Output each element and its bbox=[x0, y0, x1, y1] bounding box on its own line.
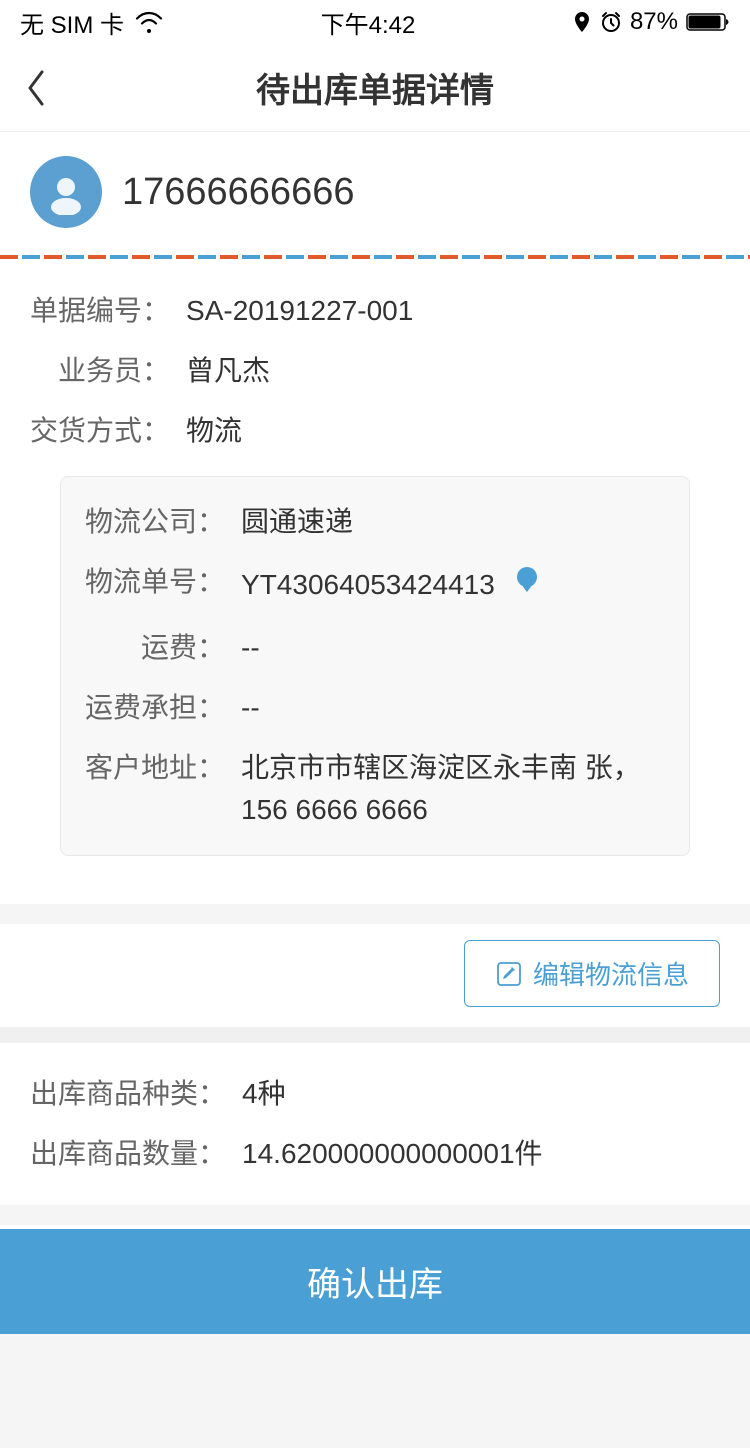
freight-value: -- bbox=[241, 627, 665, 669]
salesman-value: 曾凡杰 bbox=[186, 350, 720, 392]
confirm-btn-wrap: 确认出库 bbox=[0, 1229, 750, 1334]
carrier-label: 无 SIM 卡 bbox=[20, 5, 124, 40]
battery-icon bbox=[686, 11, 730, 33]
order-number-row: 单据编号： SA-20191227-001 bbox=[30, 290, 720, 332]
user-avatar bbox=[30, 156, 102, 228]
time-label: 下午4:42 bbox=[321, 5, 416, 40]
battery-label: 87% bbox=[630, 8, 678, 36]
logistics-company-value: 圆通速递 bbox=[241, 501, 665, 543]
edit-logistics-label: 编辑物流信息 bbox=[533, 955, 689, 992]
confirm-outbound-button[interactable]: 确认出库 bbox=[0, 1257, 750, 1306]
freight-row: 运费： -- bbox=[85, 627, 665, 669]
wifi-icon bbox=[134, 11, 164, 33]
order-number-value: SA-20191227-001 bbox=[186, 290, 720, 332]
goods-section: 出库商品种类： 4种 出库商品数量： 14.620000000000001件 bbox=[0, 1043, 750, 1205]
delivery-method-row: 交货方式： 物流 bbox=[30, 410, 720, 452]
goods-types-row: 出库商品种类： 4种 bbox=[30, 1073, 720, 1115]
delivery-method-label: 交货方式： bbox=[30, 410, 170, 452]
goods-types-value: 4种 bbox=[242, 1073, 720, 1115]
page-title: 待出库单据详情 bbox=[256, 63, 494, 112]
address-value: 北京市市辖区海淀区永丰南 张，156 6666 6666 bbox=[241, 747, 665, 831]
status-right: 87% bbox=[572, 8, 730, 36]
alarm-icon bbox=[600, 11, 622, 33]
address-row: 客户地址： 北京市市辖区海淀区永丰南 张，156 6666 6666 bbox=[85, 747, 665, 831]
freight-bearer-value: -- bbox=[241, 687, 665, 729]
freight-bearer-label: 运费承担： bbox=[85, 687, 225, 729]
section-divider bbox=[0, 1027, 750, 1043]
salesman-label: 业务员： bbox=[30, 350, 170, 392]
tracking-label: 物流单号： bbox=[85, 561, 225, 603]
salesman-row: 业务员： 曾凡杰 bbox=[30, 350, 720, 392]
goods-types-label: 出库商品种类： bbox=[30, 1073, 226, 1115]
tracking-number-value: YT43064053424413 bbox=[241, 564, 495, 606]
goods-quantity-value: 14.620000000000001件 bbox=[242, 1133, 720, 1175]
logistics-card: 物流公司： 圆通速递 物流单号： YT43064053424413 运费： bbox=[60, 476, 690, 856]
tracking-value-row: YT43064053424413 bbox=[241, 561, 665, 609]
logistics-company-row: 物流公司： 圆通速递 bbox=[85, 501, 665, 543]
edit-logistics-button[interactable]: 编辑物流信息 bbox=[464, 940, 720, 1007]
delivery-method-value: 物流 bbox=[186, 410, 720, 452]
map-location-icon[interactable] bbox=[511, 561, 543, 609]
goods-quantity-label: 出库商品数量： bbox=[30, 1133, 226, 1175]
status-bar: 无 SIM 卡 下午4:42 87% bbox=[0, 0, 750, 44]
user-phone: 17666666666 bbox=[122, 171, 354, 214]
order-number-label: 单据编号： bbox=[30, 290, 170, 332]
status-left: 无 SIM 卡 bbox=[20, 5, 164, 40]
freight-label: 运费： bbox=[85, 627, 225, 669]
back-button[interactable] bbox=[24, 68, 48, 108]
user-header: 17666666666 bbox=[0, 132, 750, 252]
nav-bar: 待出库单据详情 bbox=[0, 44, 750, 132]
edit-btn-row: 编辑物流信息 bbox=[0, 924, 750, 1027]
logistics-company-label: 物流公司： bbox=[85, 501, 225, 543]
dashed-divider bbox=[0, 252, 750, 260]
freight-bearer-row: 运费承担： -- bbox=[85, 687, 665, 729]
tracking-number-row: 物流单号： YT43064053424413 bbox=[85, 561, 665, 609]
address-label: 客户地址： bbox=[85, 747, 225, 789]
order-info-section: 单据编号： SA-20191227-001 业务员： 曾凡杰 交货方式： 物流 … bbox=[0, 260, 750, 904]
location-status-icon bbox=[572, 10, 592, 34]
goods-quantity-row: 出库商品数量： 14.620000000000001件 bbox=[30, 1133, 720, 1175]
